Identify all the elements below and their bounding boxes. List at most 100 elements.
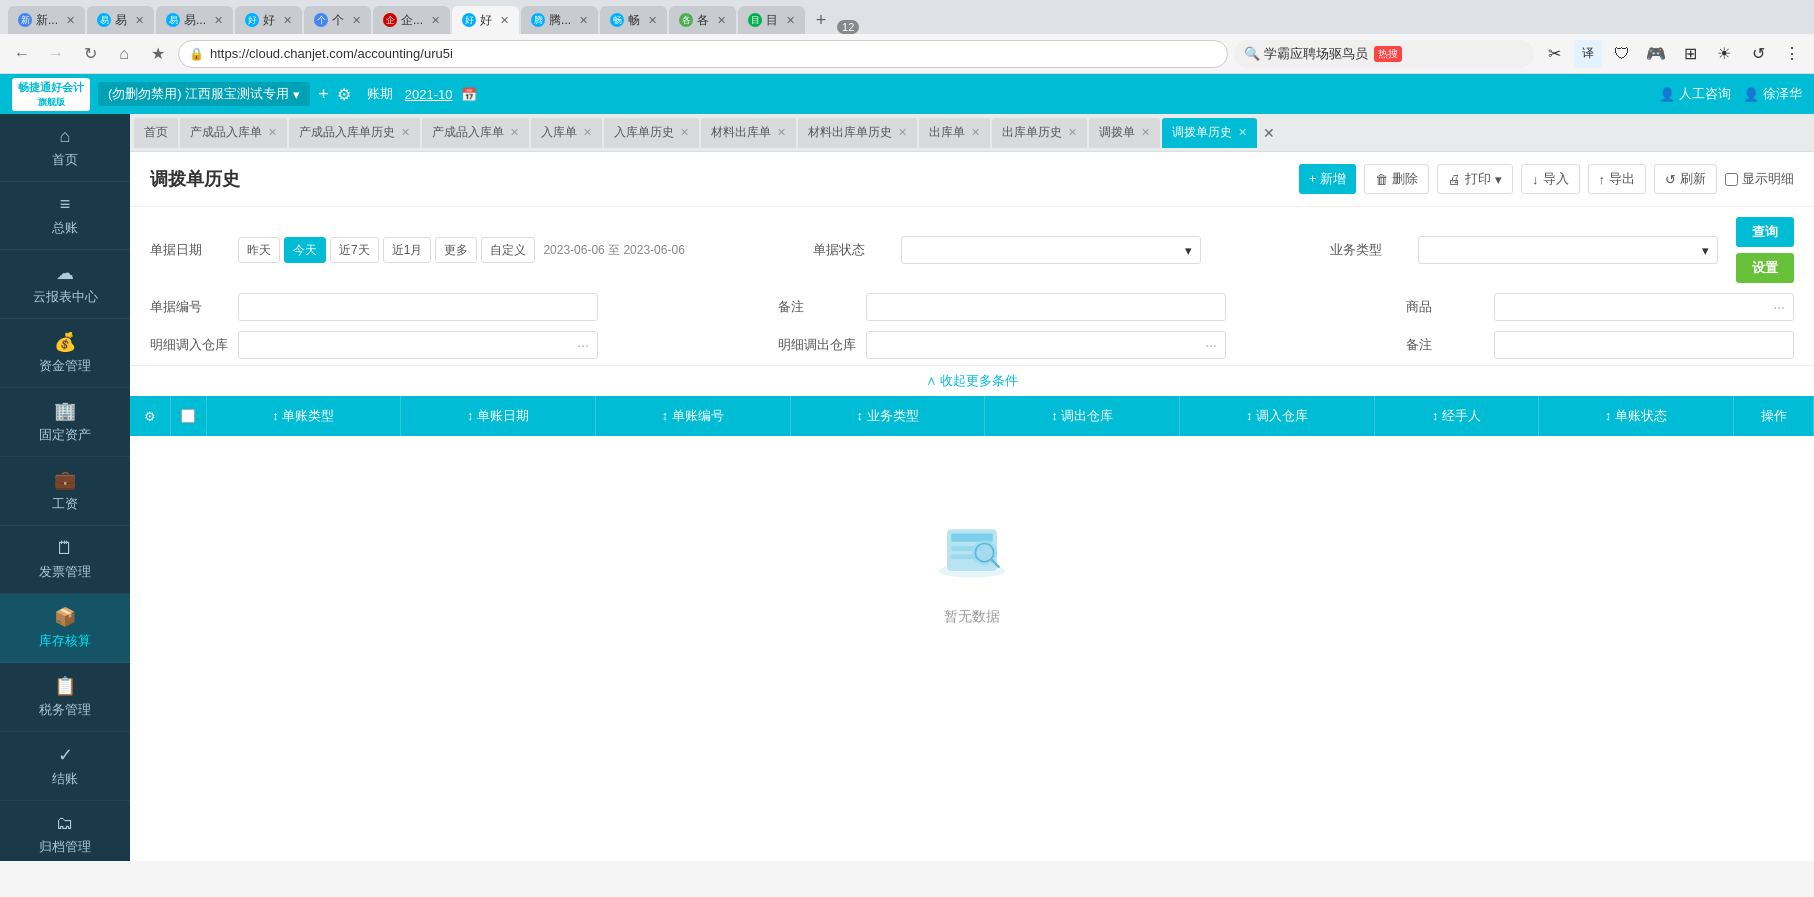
print-button[interactable]: 🖨 打印 ▾ bbox=[1437, 164, 1513, 194]
export-button[interactable]: ↑ 导出 bbox=[1588, 164, 1647, 194]
tab-close-button[interactable]: ✕ bbox=[510, 126, 519, 139]
date-filter-option[interactable]: 昨天 bbox=[238, 237, 280, 263]
browser-tab-3[interactable]: 易 易... ✕ bbox=[156, 6, 233, 34]
calendar-icon[interactable]: 📅 bbox=[461, 87, 477, 102]
settings-filter-button[interactable]: 设置 bbox=[1736, 253, 1794, 283]
content-tab[interactable]: 出库单历史 ✕ bbox=[992, 118, 1087, 148]
tab-close-icon[interactable]: ✕ bbox=[648, 14, 657, 27]
user-avatar[interactable]: 👤 徐泽华 bbox=[1743, 85, 1802, 103]
sidebar-item-总账[interactable]: ≡ 总账 bbox=[0, 182, 130, 250]
col-out-wh[interactable]: ↕ 调出仓库 bbox=[985, 396, 1180, 436]
table-select-all[interactable] bbox=[170, 396, 206, 436]
browser-tab-4[interactable]: 好 好 ✕ bbox=[235, 6, 302, 34]
tab-close-icon[interactable]: ✕ bbox=[786, 14, 795, 27]
tab-close-button[interactable]: ✕ bbox=[680, 126, 689, 139]
goods-input[interactable] bbox=[1503, 300, 1767, 315]
sidebar-item-工资[interactable]: 💼 工资 bbox=[0, 457, 130, 526]
tab-close-icon[interactable]: ✕ bbox=[431, 14, 440, 27]
tab-close-icon[interactable]: ✕ bbox=[214, 14, 223, 27]
translate-icon[interactable]: 译 bbox=[1574, 40, 1602, 68]
tab-close-button[interactable]: ✕ bbox=[583, 126, 592, 139]
settings-icon[interactable]: ⚙ bbox=[337, 85, 351, 104]
import-button[interactable]: ↓ 导入 bbox=[1521, 164, 1580, 194]
content-tab[interactable]: 入库单历史 ✕ bbox=[604, 118, 699, 148]
col-biz-type[interactable]: ↕ 业务类型 bbox=[790, 396, 985, 436]
sidebar-item-云报表中心[interactable]: ☁ 云报表中心 bbox=[0, 250, 130, 319]
scissors-icon[interactable]: ✂ bbox=[1540, 40, 1568, 68]
col-in-wh[interactable]: ↕ 调入仓库 bbox=[1180, 396, 1375, 436]
date-filter-option[interactable]: 近7天 bbox=[330, 237, 379, 263]
date-filter-option[interactable]: 自定义 bbox=[481, 237, 535, 263]
date-filter-option[interactable]: 更多 bbox=[435, 237, 477, 263]
home-button[interactable]: ⌂ bbox=[110, 40, 138, 68]
sidebar-item-结账[interactable]: ✓ 结账 bbox=[0, 732, 130, 801]
content-tab[interactable]: 产成品入库单 ✕ bbox=[180, 118, 287, 148]
tab-close-button[interactable]: ✕ bbox=[971, 126, 980, 139]
sidebar-item-税务管理[interactable]: 📋 税务管理 bbox=[0, 663, 130, 732]
tab-close-button[interactable]: ✕ bbox=[1068, 126, 1077, 139]
content-tab[interactable]: 调拨单历史 ✕ bbox=[1162, 118, 1257, 148]
note-input[interactable] bbox=[866, 293, 1226, 321]
content-tab[interactable]: 入库单 ✕ bbox=[531, 118, 602, 148]
date-filter-option[interactable]: 今天 bbox=[284, 237, 326, 263]
tab-close-button[interactable]: ✕ bbox=[1141, 126, 1150, 139]
menu-icon[interactable]: ⋮ bbox=[1778, 40, 1806, 68]
period-value[interactable]: 2021-10 bbox=[405, 87, 453, 102]
content-tab[interactable]: 材料出库单 ✕ bbox=[701, 118, 796, 148]
support-label[interactable]: 👤 人工咨询 bbox=[1659, 85, 1731, 103]
content-tab[interactable]: 产成品入库单 ✕ bbox=[422, 118, 529, 148]
note2-input[interactable] bbox=[1494, 331, 1794, 359]
tab-close-icon[interactable]: ✕ bbox=[352, 14, 361, 27]
goods-dots-button[interactable]: ··· bbox=[1773, 299, 1785, 315]
new-tab-button[interactable]: + bbox=[807, 6, 835, 34]
bookmark-button[interactable]: ★ bbox=[144, 40, 172, 68]
detail-in-input[interactable] bbox=[247, 338, 571, 353]
browser-tab-1[interactable]: 新 新... ✕ bbox=[8, 6, 85, 34]
tab-close-icon[interactable]: ✕ bbox=[283, 14, 292, 27]
browser-tab-5[interactable]: 个 个 ✕ bbox=[304, 6, 371, 34]
extension1-icon[interactable]: 🛡 bbox=[1608, 40, 1636, 68]
grid-icon[interactable]: ⊞ bbox=[1676, 40, 1704, 68]
browser-tab-8[interactable]: 腾 腾... ✕ bbox=[521, 6, 598, 34]
show-cols-input[interactable] bbox=[1725, 173, 1738, 186]
company-selector[interactable]: (勿删勿禁用) 江西服宝测试专用 ▾ bbox=[98, 82, 310, 106]
detail-out-input[interactable] bbox=[875, 338, 1199, 353]
content-tab[interactable]: 调拨单 ✕ bbox=[1089, 118, 1160, 148]
doc-no-input[interactable] bbox=[238, 293, 598, 321]
tab-close-button[interactable]: ✕ bbox=[777, 126, 786, 139]
sidebar-item-资金管理[interactable]: 💰 资金管理 bbox=[0, 319, 130, 388]
col-date[interactable]: ↕ 单账日期 bbox=[401, 396, 596, 436]
date-filter-option[interactable]: 近1月 bbox=[383, 237, 432, 263]
browser-tab-9[interactable]: 畅 畅 ✕ bbox=[600, 6, 667, 34]
content-tab[interactable]: 材料出库单历史 ✕ bbox=[798, 118, 917, 148]
table-settings-icon[interactable]: ⚙ bbox=[130, 396, 170, 436]
history-icon[interactable]: ↺ bbox=[1744, 40, 1772, 68]
sidebar-item-发票管理[interactable]: 🗒 发票管理 bbox=[0, 526, 130, 594]
back-button[interactable]: ← bbox=[8, 40, 36, 68]
theme-icon[interactable]: ☀ bbox=[1710, 40, 1738, 68]
tab-close-button[interactable]: ✕ bbox=[401, 126, 410, 139]
browser-tab-7[interactable]: 好 好 ✕ bbox=[452, 6, 519, 34]
address-bar[interactable]: 🔒 https://cloud.chanjet.com/accounting/u… bbox=[178, 40, 1228, 68]
show-cols-checkbox[interactable]: 显示明细 bbox=[1725, 170, 1794, 188]
browser-tab-10[interactable]: 各 各 ✕ bbox=[669, 6, 736, 34]
select-all-checkbox[interactable] bbox=[181, 409, 195, 423]
content-tab[interactable]: 出库单 ✕ bbox=[919, 118, 990, 148]
tab-close-icon[interactable]: ✕ bbox=[717, 14, 726, 27]
detail-out-dots-button[interactable]: ··· bbox=[1205, 337, 1217, 353]
tab-close-icon[interactable]: ✕ bbox=[135, 14, 144, 27]
search-bar[interactable]: 🔍 学霸应聘场驱鸟员 热搜 bbox=[1234, 40, 1534, 68]
tab-close-icon[interactable]: ✕ bbox=[579, 14, 588, 27]
add-company-button[interactable]: + bbox=[318, 84, 329, 105]
col-handler[interactable]: ↕ 经手人 bbox=[1374, 396, 1538, 436]
refresh-button[interactable]: ↺ 刷新 bbox=[1654, 164, 1717, 194]
content-tab[interactable]: 产成品入库单历史 ✕ bbox=[289, 118, 420, 148]
reload-button[interactable]: ↻ bbox=[76, 40, 104, 68]
delete-button[interactable]: 🗑 删除 bbox=[1364, 164, 1429, 194]
browser-tab-11[interactable]: 目 目 ✕ bbox=[738, 6, 805, 34]
detail-in-dots-button[interactable]: ··· bbox=[577, 337, 589, 353]
search-button[interactable]: 查询 bbox=[1736, 217, 1794, 247]
tab-close-icon[interactable]: ✕ bbox=[66, 14, 75, 27]
sidebar-item-固定资产[interactable]: 🏢 固定资产 bbox=[0, 388, 130, 457]
tab-close-button[interactable]: ✕ bbox=[268, 126, 277, 139]
